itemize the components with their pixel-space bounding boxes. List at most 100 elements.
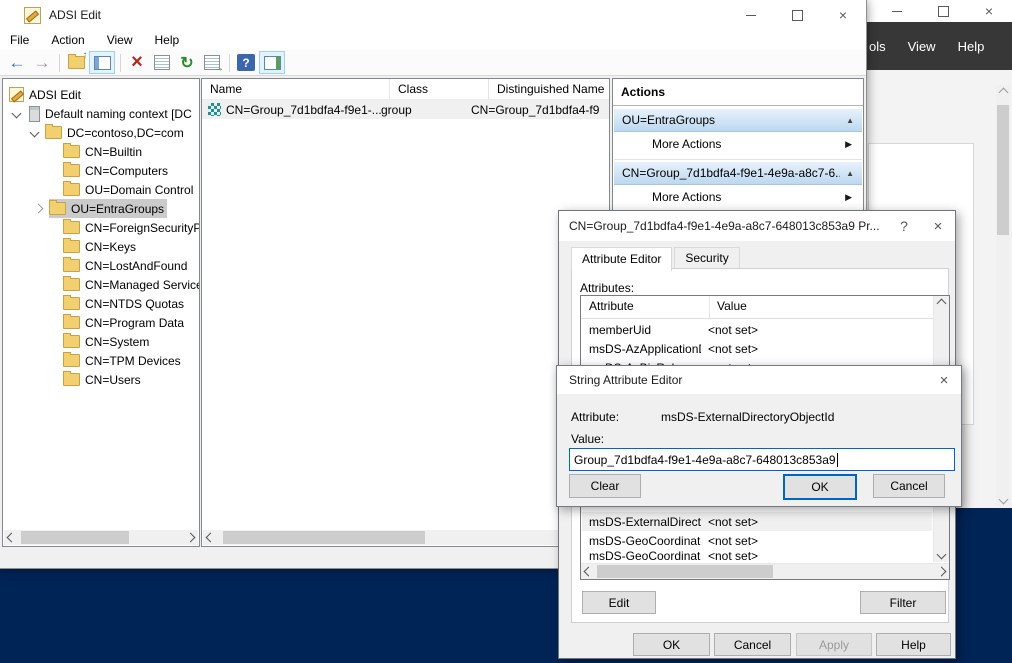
tree-item-cn-users[interactable]: CN=Users bbox=[3, 370, 199, 389]
tree-item-adsi-root[interactable]: ADSI Edit bbox=[3, 85, 199, 104]
naming-context-icon bbox=[29, 106, 40, 122]
tree-horizontal-scrollbar[interactable] bbox=[4, 530, 198, 545]
actions-section-cn-group[interactable]: CN=Group_7d1bdfa4-f9e1-4e9a-a8c7-6... ▲ bbox=[614, 161, 862, 185]
menu-item-help[interactable]: Help bbox=[958, 39, 985, 54]
more-actions-item[interactable]: More Actions ▶ bbox=[614, 185, 862, 209]
edit-button[interactable]: Edit bbox=[582, 591, 656, 614]
menu-view[interactable]: View bbox=[96, 33, 144, 47]
scroll-down-icon[interactable] bbox=[996, 492, 1010, 507]
list-row-group[interactable]: CN=Group_7d1bdfa4-f9e1-... group CN=Grou… bbox=[202, 100, 609, 119]
tree-item-cn-program-data[interactable]: CN=Program Data bbox=[3, 313, 199, 332]
column-header-attribute[interactable]: Attribute bbox=[581, 296, 710, 318]
help-button[interactable]: Help bbox=[876, 633, 951, 656]
tab-attribute-editor[interactable]: Attribute Editor bbox=[571, 247, 672, 271]
cancel-button[interactable]: Cancel bbox=[873, 474, 945, 498]
column-header-value[interactable]: Value bbox=[710, 296, 747, 318]
value-input[interactable]: Group_7d1bdfa4-f9e1-4e9a-a8c7-648013c853… bbox=[569, 448, 955, 471]
chevron-expanded-icon[interactable] bbox=[13, 110, 27, 117]
apply-button[interactable]: Apply bbox=[796, 633, 872, 656]
collapse-section-icon[interactable]: ▲ bbox=[846, 116, 854, 125]
folder-icon bbox=[63, 164, 80, 177]
scrollbar-thumb[interactable] bbox=[223, 531, 425, 544]
help-icon[interactable] bbox=[234, 52, 258, 73]
tree-item-default-naming-context[interactable]: Default naming context [DC bbox=[3, 104, 199, 123]
scrollbar-thumb[interactable] bbox=[597, 565, 773, 578]
collapse-section-icon[interactable]: ▲ bbox=[846, 169, 854, 178]
folder-icon bbox=[63, 316, 80, 329]
tab-security[interactable]: Security bbox=[674, 247, 739, 269]
ok-button[interactable]: OK bbox=[633, 633, 710, 656]
actions-pane-title: Actions bbox=[613, 79, 863, 106]
tree-item-cn-computers[interactable]: CN=Computers bbox=[3, 161, 199, 180]
forward-icon[interactable] bbox=[30, 52, 54, 73]
selected-tree-item[interactable]: OU=EntraGroups bbox=[49, 199, 167, 218]
close-icon[interactable]: × bbox=[966, 0, 1012, 22]
show-action-pane-icon[interactable] bbox=[259, 51, 285, 74]
tree-item-cn-lostandfound[interactable]: CN=LostAndFound bbox=[3, 256, 199, 275]
tree-item-cn-system[interactable]: CN=System bbox=[3, 332, 199, 351]
tree-item-cn-builtin[interactable]: CN=Builtin bbox=[3, 142, 199, 161]
cancel-button[interactable]: Cancel bbox=[714, 633, 791, 656]
minimize-icon[interactable] bbox=[874, 0, 920, 22]
tree-item-dc-contoso[interactable]: DC=contoso,DC=com bbox=[3, 123, 199, 142]
scroll-right-icon[interactable] bbox=[934, 564, 949, 579]
scroll-left-icon[interactable] bbox=[581, 564, 596, 579]
chevron-expanded-icon[interactable] bbox=[31, 129, 45, 136]
up-one-level-icon[interactable]: ↑ bbox=[64, 52, 88, 73]
minimize-icon[interactable] bbox=[728, 0, 774, 30]
scroll-left-icon[interactable] bbox=[203, 530, 218, 545]
column-header-class[interactable]: Class bbox=[390, 79, 489, 99]
menu-item-tools[interactable]: ols bbox=[869, 39, 886, 54]
tree-item-cn-keys[interactable]: CN=Keys bbox=[3, 237, 199, 256]
menu-action[interactable]: Action bbox=[40, 33, 95, 47]
more-actions-item[interactable]: More Actions ▶ bbox=[614, 132, 862, 156]
attribute-row-selected[interactable]: msDS-ExternalDirecto... <not set> bbox=[582, 512, 932, 531]
menu-file[interactable]: File bbox=[0, 33, 40, 47]
scroll-up-icon[interactable] bbox=[996, 85, 1010, 100]
close-icon[interactable]: × bbox=[927, 366, 961, 394]
tree-item-cn-tpm-devices[interactable]: CN=TPM Devices bbox=[3, 351, 199, 370]
scrollbar-thumb[interactable] bbox=[997, 105, 1009, 235]
chevron-collapsed-icon[interactable] bbox=[35, 205, 49, 212]
tree-item-ou-entragroups[interactable]: OU=EntraGroups bbox=[3, 199, 199, 218]
folder-icon bbox=[63, 335, 80, 348]
list-horizontal-scrollbar[interactable] bbox=[203, 530, 608, 545]
show-console-tree-icon[interactable] bbox=[89, 51, 115, 74]
attribute-row[interactable]: memberUid <not set> bbox=[582, 320, 932, 339]
adsi-titlebar[interactable]: ADSI Edit × bbox=[0, 0, 866, 30]
background-vertical-scrollbar[interactable] bbox=[996, 85, 1010, 507]
tree-item-cn-ntds-quotas[interactable]: CN=NTDS Quotas bbox=[3, 294, 199, 313]
delete-icon[interactable] bbox=[125, 52, 149, 73]
adsi-menubar: File Action View Help bbox=[0, 30, 866, 50]
refresh-icon[interactable] bbox=[175, 52, 199, 73]
tree-item-cn-managed-service-accounts[interactable]: CN=Managed Service bbox=[3, 275, 199, 294]
submenu-arrow-icon: ▶ bbox=[845, 139, 852, 150]
scroll-up-icon[interactable] bbox=[934, 296, 949, 311]
scroll-right-icon[interactable] bbox=[183, 530, 198, 545]
tree-item-ou-domain-controllers[interactable]: OU=Domain Control bbox=[3, 180, 199, 199]
menu-item-view[interactable]: View bbox=[908, 39, 936, 54]
ok-button[interactable]: OK bbox=[783, 474, 857, 500]
scrollbar-thumb[interactable] bbox=[21, 531, 129, 544]
attribute-row[interactable]: msDS-AzApplicationD... <not set> bbox=[582, 339, 932, 358]
clear-button[interactable]: Clear bbox=[569, 474, 641, 498]
back-icon[interactable] bbox=[5, 52, 29, 73]
maximize-icon[interactable] bbox=[774, 0, 820, 30]
scroll-left-icon[interactable] bbox=[4, 530, 19, 545]
maximize-icon[interactable] bbox=[920, 0, 966, 22]
dialog-titlebar[interactable]: String Attribute Editor × bbox=[557, 366, 961, 394]
filter-button[interactable]: Filter bbox=[860, 591, 946, 614]
actions-section-ou-entragroups[interactable]: OU=EntraGroups ▲ bbox=[614, 108, 862, 132]
column-header-distinguished-name[interactable]: Distinguished Name bbox=[489, 79, 609, 99]
properties-icon[interactable] bbox=[150, 52, 174, 73]
column-header-name[interactable]: Name bbox=[202, 79, 390, 99]
export-list-icon[interactable] bbox=[200, 52, 224, 73]
menu-help[interactable]: Help bbox=[144, 33, 191, 47]
tree-item-cn-foreignsecurityprincipals[interactable]: CN=ForeignSecurityP bbox=[3, 218, 199, 237]
help-icon[interactable]: ? bbox=[887, 211, 921, 241]
dialog-titlebar[interactable]: CN=Group_7d1bdfa4-f9e1-4e9a-a8c7-648013c… bbox=[559, 211, 955, 241]
close-icon[interactable]: × bbox=[921, 211, 955, 241]
attributes-horizontal-scrollbar[interactable] bbox=[581, 563, 949, 579]
close-icon[interactable]: × bbox=[820, 0, 866, 30]
scroll-down-icon[interactable] bbox=[934, 547, 949, 562]
